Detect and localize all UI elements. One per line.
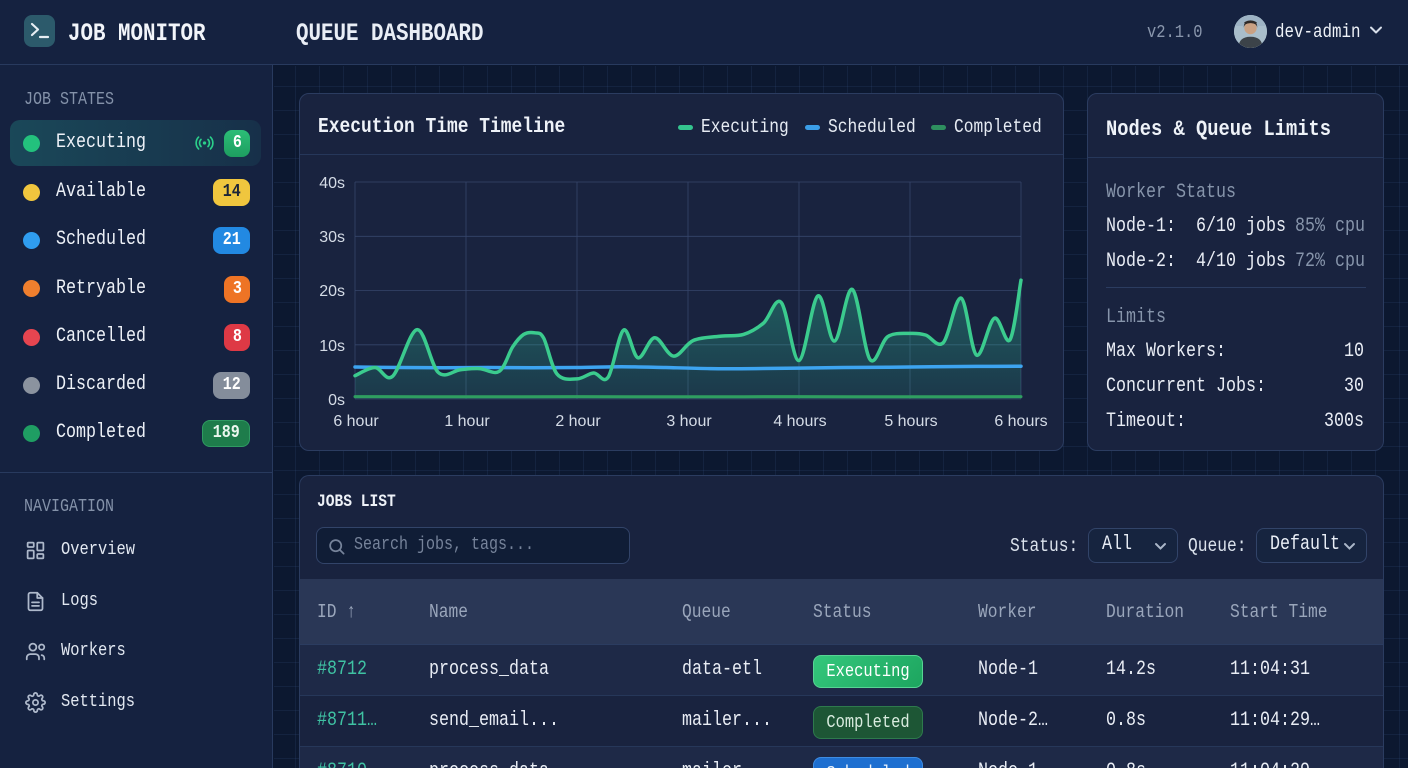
svg-text:0s: 0s <box>328 392 345 409</box>
svg-text:3 hour: 3 hour <box>666 413 712 430</box>
svg-text:4 hours: 4 hours <box>773 413 826 430</box>
svg-text:40s: 40s <box>319 175 345 192</box>
svg-text:10s: 10s <box>319 338 345 355</box>
svg-text:2 hour: 2 hour <box>555 413 601 430</box>
svg-text:1 hour: 1 hour <box>444 413 490 430</box>
svg-text:6 hour: 6 hour <box>333 413 379 430</box>
svg-text:6 hours: 6 hours <box>994 413 1047 430</box>
svg-text:20s: 20s <box>319 283 345 300</box>
svg-text:5 hours: 5 hours <box>884 413 937 430</box>
svg-text:30s: 30s <box>319 229 345 246</box>
